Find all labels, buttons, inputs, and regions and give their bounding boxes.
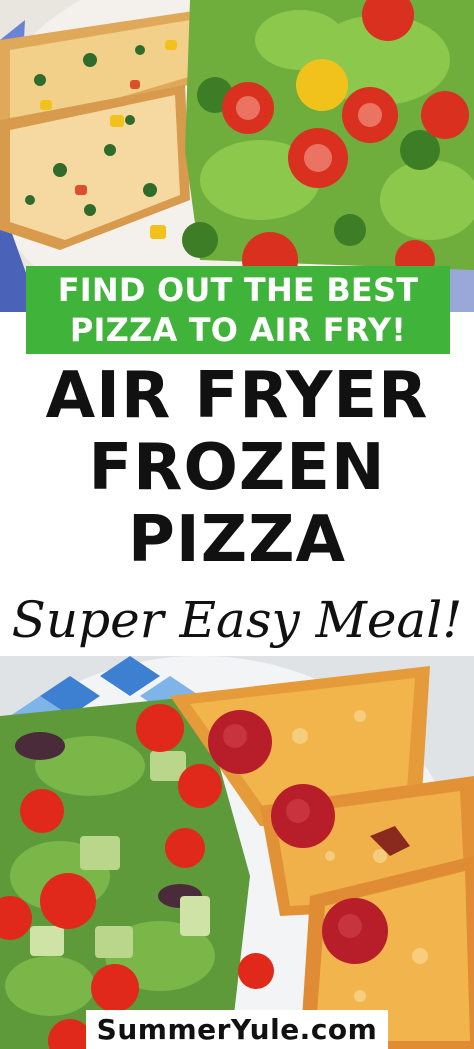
title-line-2: FROZEN <box>88 431 386 505</box>
subtitle-script: Super Easy Meal! <box>11 591 463 649</box>
title-line-3: PIZZA <box>127 503 347 577</box>
title-line-1: AIR FRYER <box>45 359 429 433</box>
banner-line-1: FIND OUT THE BEST <box>57 271 419 309</box>
banner-line-2: PIZZA TO AIR FRY! <box>69 311 407 349</box>
site-url: SummerYule.com <box>96 1013 378 1046</box>
promo-banner: FIND OUT THE BEST PIZZA TO AIR FRY! <box>26 266 450 354</box>
page-title: AIR FRYER FROZEN PIZZA <box>0 360 474 576</box>
site-watermark: SummerYule.com <box>86 1010 388 1049</box>
bottom-photo-illustration <box>0 656 474 1049</box>
bottom-photo-pepperoni-pizza-salad <box>0 656 474 1049</box>
